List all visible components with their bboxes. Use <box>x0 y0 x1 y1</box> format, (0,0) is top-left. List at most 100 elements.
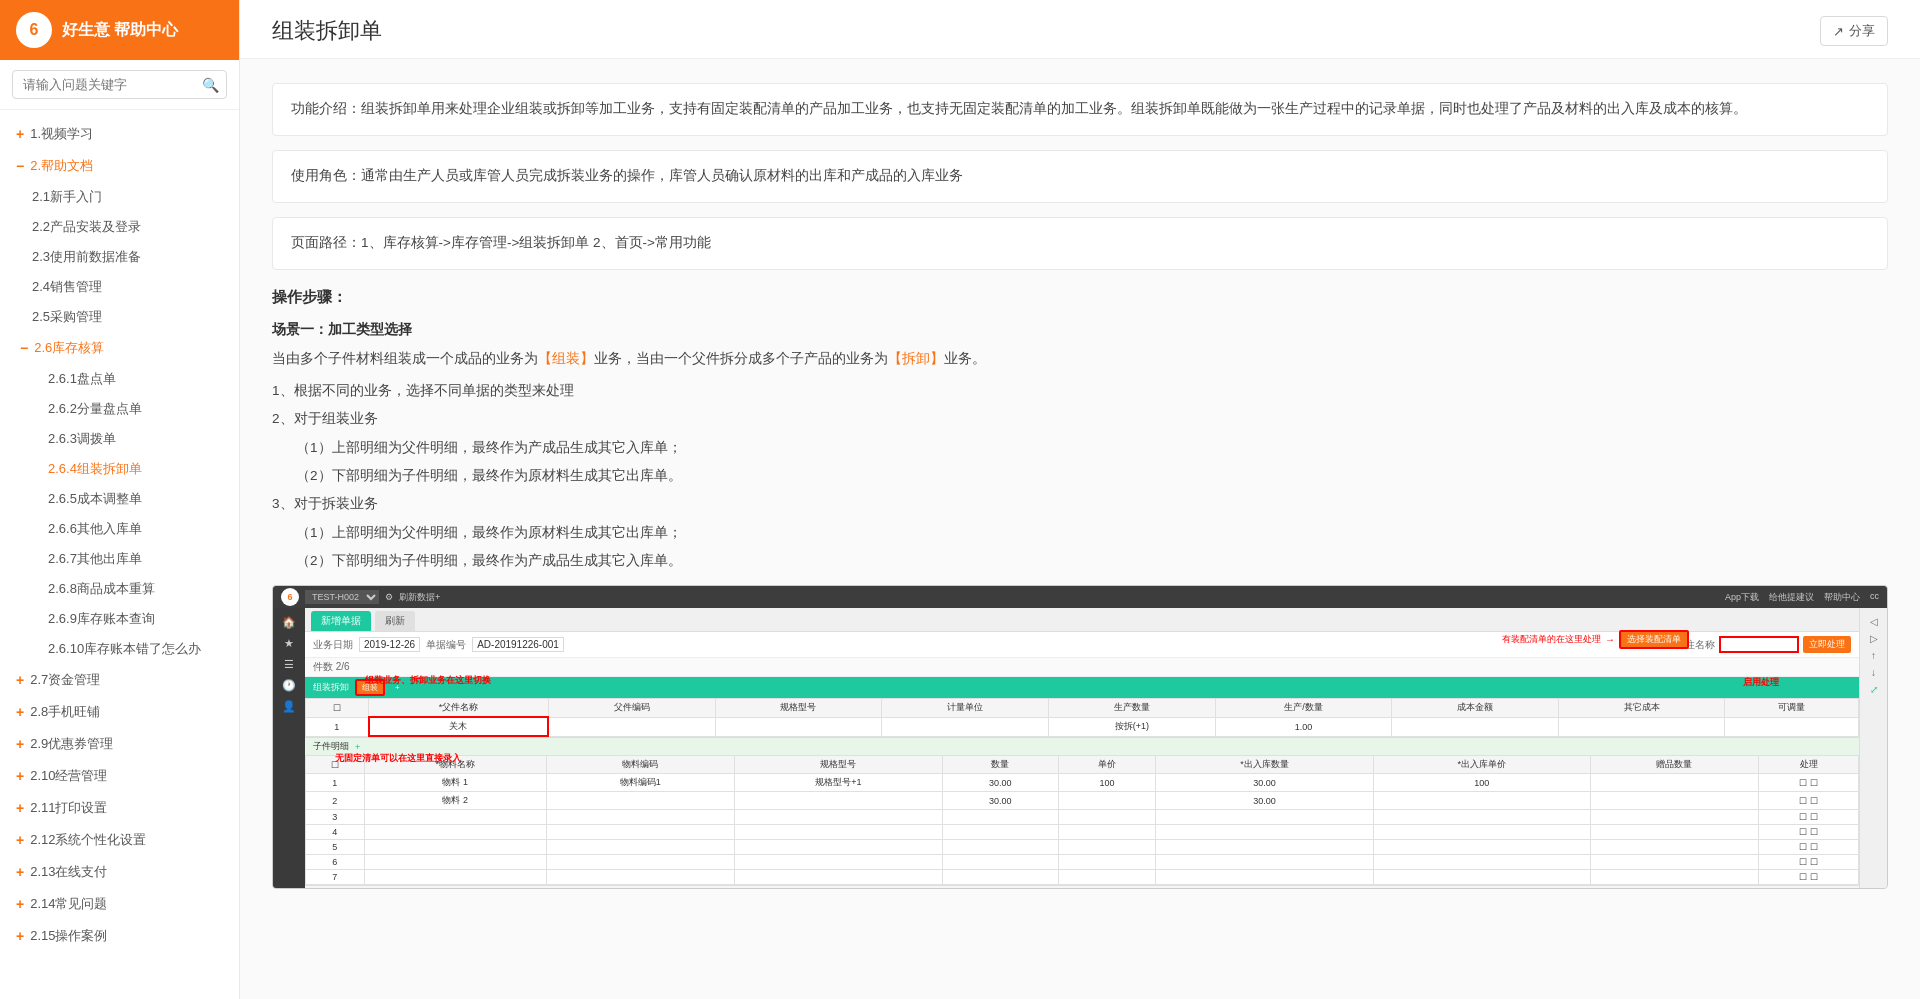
right-icon-2[interactable]: ▷ <box>1870 633 1878 644</box>
date-label: 业务日期 <box>313 638 353 652</box>
main-header: 组装拆卸单 ↗ 分享 <box>240 0 1920 59</box>
section-parent-label: 组装拆卸 <box>313 681 349 694</box>
right-icon-4[interactable]: ↓ <box>1871 667 1876 678</box>
remark-input[interactable] <box>1719 636 1799 653</box>
sidebar-item-2-6-7[interactable]: 2.6.7其他出库单 <box>0 544 239 574</box>
sidebar-item-2-10[interactable]: + 2.10经营管理 <box>0 760 239 792</box>
sub-row-4: 4 ☐ ☐ <box>306 825 1859 840</box>
sidebar-item-2-6-9[interactable]: 2.6.9库存账本查询 <box>0 604 239 634</box>
icon-home[interactable]: 🏠 <box>282 616 296 629</box>
sub-col-gift: 赠品数量 <box>1590 756 1758 774</box>
sidebar-item-2-4[interactable]: 2.4销售管理 <box>0 272 239 302</box>
sidebar-item-2-1[interactable]: 2.1新手入门 <box>0 182 239 212</box>
sidebar-item-video-learning[interactable]: + 1.视频学习 <box>0 118 239 150</box>
sub-nav: 件数 2/6 组装业务、拆卸业务在这里切换 启用处理 <box>305 658 1859 677</box>
date-value[interactable]: 2019-12-26 <box>359 637 420 652</box>
user-cc[interactable]: cc <box>1870 591 1879 604</box>
icon-list[interactable]: ☰ <box>284 658 294 671</box>
sidebar-item-label: 2.6库存核算 <box>34 339 104 357</box>
help-link[interactable]: 帮助中心 <box>1824 591 1860 604</box>
sidebar-item-2-6-6[interactable]: 2.6.6其他入库单 <box>0 514 239 544</box>
sidebar-item-2-2[interactable]: 2.2产品安装及登录 <box>0 212 239 242</box>
sub-col-out-price: *出入库单价 <box>1373 756 1590 774</box>
sub-add-btn[interactable]: + <box>355 742 360 752</box>
scene1-title: 场景一：加工类型选择 <box>272 321 1888 339</box>
expand-icon: + <box>16 736 24 752</box>
sub-row-1: 1 物料 1 物料编码1 规格型号+1 30.00 100 30.00 100 <box>306 774 1859 792</box>
sidebar-item-help-docs[interactable]: − 2.帮助文档 <box>0 150 239 182</box>
steps-list: 1、根据不同的业务，选择不同单据的类型来处理 2、对于组装业务 （1）上部明细为… <box>272 379 1888 573</box>
sidebar-header: 6 好生意 帮助中心 <box>0 0 239 60</box>
header-actions: 备注名称 立即处理 <box>1675 636 1851 653</box>
confirm-button[interactable]: 立即处理 <box>1803 636 1851 653</box>
right-icon-1[interactable]: ◁ <box>1870 616 1878 627</box>
collapse-icon-2-6: − <box>20 340 28 356</box>
sidebar-item-label: 2.10经营管理 <box>30 767 107 785</box>
path-text: 页面路径：1、库存核算->库存管理->组装拆卸单 2、首页->常用功能 <box>291 235 711 250</box>
sub-row-7: 7 ☐ ☐ <box>306 870 1859 885</box>
screenshot-container: 6 TEST-H002 ⚙ 刷新数据+ App下载 给他提建议 帮助中心 cc … <box>272 585 1888 889</box>
app-download[interactable]: App下载 <box>1725 591 1759 604</box>
section-header-sub: 子件明细 + 无固定清单可以在这里直接录入 <box>305 737 1859 755</box>
sidebar-item-2-6-10[interactable]: 2.6.10库存账本错了怎么办 <box>0 634 239 664</box>
nav-item-1: + 1.视频学习 <box>0 118 239 150</box>
footer-totals: 合计： 0.00 | 0.00 | 0.00 | 0.00 0.00 <box>305 885 1859 888</box>
sidebar-item-label: 2.9优惠券管理 <box>30 735 113 753</box>
sub-col-action: 处理 <box>1759 756 1859 774</box>
annotation-no-bom: 无固定清单可以在这里直接录入 <box>335 752 461 765</box>
icon-clock[interactable]: 🕐 <box>282 679 296 692</box>
step3-1: （1）上部明细为父件明细，最终作为原材料生成其它出库单； <box>296 521 1888 545</box>
highlight-disassembly: 【拆卸】 <box>888 351 944 366</box>
app-title: 好生意 帮助中心 <box>62 20 178 41</box>
sidebar-item-2-5[interactable]: 2.5采购管理 <box>0 302 239 332</box>
sidebar-item-2-6-2[interactable]: 2.6.2分量盘点单 <box>0 394 239 424</box>
expand-icon: + <box>16 672 24 688</box>
sidebar-item-2-3[interactable]: 2.3使用前数据准备 <box>0 242 239 272</box>
step2-2: （2）下部明细为子件明细，最终作为原材料生成其它出库单。 <box>296 464 1888 488</box>
sidebar-item-2-9[interactable]: + 2.9优惠券管理 <box>0 728 239 760</box>
icon-star[interactable]: ★ <box>284 637 294 650</box>
logo-icon: 6 <box>16 12 52 48</box>
icon-user[interactable]: 👤 <box>282 700 296 713</box>
sidebar-item-2-12[interactable]: + 2.12系统个性化设置 <box>0 824 239 856</box>
arrow-right-icon: → <box>1605 634 1615 645</box>
right-icon-expand[interactable]: ⤢ <box>1870 684 1878 695</box>
steps-title: 操作步骤： <box>272 288 1888 307</box>
tab-refresh[interactable]: 刷新 <box>375 611 415 631</box>
search-input[interactable] <box>12 70 227 99</box>
share-button[interactable]: ↗ 分享 <box>1820 16 1888 46</box>
sidebar-item-2-15[interactable]: + 2.15操作案例 <box>0 920 239 952</box>
col-check: ☐ <box>306 699 369 718</box>
sub-table: ☐ *物料名称 物料编码 规格型号 数量 单价 *出入库数量 *出入库单价 赠品… <box>305 755 1859 885</box>
bom-button[interactable]: 选择装配清单 <box>1619 630 1689 649</box>
company-select[interactable]: TEST-H002 <box>305 590 379 604</box>
feedback-link[interactable]: 给他提建议 <box>1769 591 1814 604</box>
sidebar-item-2-7[interactable]: + 2.7资金管理 <box>0 664 239 696</box>
sidebar-item-2-6-4[interactable]: 2.6.4组装拆卸单 <box>0 454 239 484</box>
refresh-btn: 刷新数据+ <box>399 591 440 604</box>
sub-row-2: 2 物料 2 30.00 30.00 ☐ ☐ <box>306 792 1859 810</box>
sidebar-item-2-8[interactable]: + 2.8手机旺铺 <box>0 696 239 728</box>
parent-row-1: 1 关木 按拆(+1) 1.00 <box>306 717 1859 736</box>
sidebar-item-2-11[interactable]: + 2.11打印设置 <box>0 792 239 824</box>
sidebar-item-label: 2.13在线支付 <box>30 863 107 881</box>
tab-active[interactable]: 新增单据 <box>311 611 371 631</box>
sidebar-item-label: 2.帮助文档 <box>30 157 93 175</box>
col-unit: 计量单位 <box>882 699 1049 718</box>
sidebar-item-2-13[interactable]: + 2.13在线支付 <box>0 856 239 888</box>
sidebar-item-2-6-1[interactable]: 2.6.1盘点单 <box>0 364 239 394</box>
highlight-assembly: 【组装】 <box>538 351 594 366</box>
role-block: 使用角色：通常由生产人员或库管人员完成拆装业务的操作，库管人员确认原材料的出库和… <box>272 150 1888 203</box>
right-icon-3[interactable]: ↑ <box>1871 650 1876 661</box>
expand-icon: + <box>16 928 24 944</box>
nav-sub-2-6: 2.6.1盘点单 2.6.2分量盘点单 2.6.3调拨单 2.6.4组装拆卸单 … <box>0 364 239 664</box>
nav-item-2: − 2.帮助文档 2.1新手入门 2.2产品安装及登录 2.3使用前数据准备 2… <box>0 150 239 664</box>
sidebar-item-2-6[interactable]: − 2.6库存核算 <box>0 332 239 364</box>
sidebar-item-2-6-5[interactable]: 2.6.5成本调整单 <box>0 484 239 514</box>
sidebar-item-2-14[interactable]: + 2.14常见问题 <box>0 888 239 920</box>
main-content: 组装拆卸单 ↗ 分享 功能介绍：组装拆卸单用来处理企业组装或拆卸等加工业务，支持… <box>240 0 1920 999</box>
sidebar-item-2-6-3[interactable]: 2.6.3调拨单 <box>0 424 239 454</box>
app-topbar: 6 TEST-H002 ⚙ 刷新数据+ App下载 给他提建议 帮助中心 cc <box>273 586 1887 608</box>
ref-value[interactable]: AD-20191226-001 <box>472 637 564 652</box>
sidebar-item-2-6-8[interactable]: 2.6.8商品成本重算 <box>0 574 239 604</box>
